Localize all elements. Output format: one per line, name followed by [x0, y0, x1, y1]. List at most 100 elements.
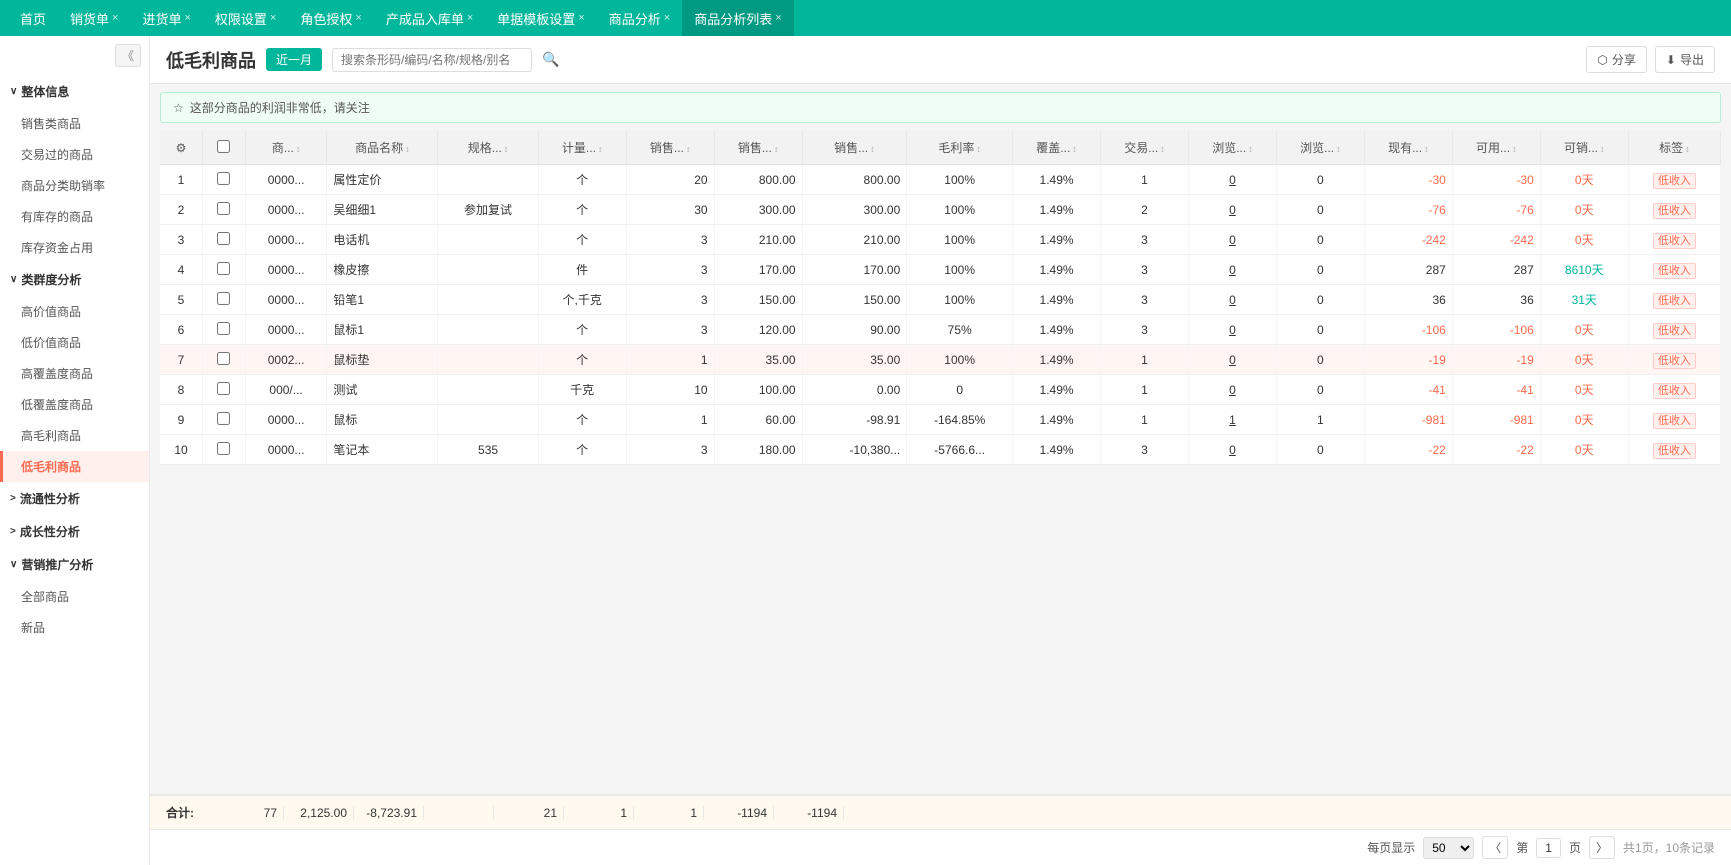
nav-close-icon[interactable]: × [355, 12, 361, 24]
col-header-gross_margin[interactable]: 毛利率↕ [907, 131, 1013, 165]
sidebar-item-低价值商品[interactable]: 低价值商品 [0, 327, 149, 358]
total-sales-profit: -8,723.91 [354, 806, 424, 820]
col-header-sellable[interactable]: 可销...↕ [1540, 131, 1628, 165]
col-header-browse2[interactable]: 浏览...↕ [1276, 131, 1364, 165]
sidebar-group-流通性分析[interactable]: >流通性分析 [0, 482, 149, 515]
sidebar-item-商品分类助销率[interactable]: 商品分类助销率 [0, 170, 149, 201]
browse-link[interactable]: 0 [1229, 383, 1236, 397]
tag-badge: 低收入 [1653, 353, 1696, 369]
cell-trade: 3 [1101, 435, 1189, 465]
per-page-select[interactable]: 50 20 100 [1423, 837, 1474, 859]
col-header-code[interactable]: 商...↕ [245, 131, 327, 165]
arrow-icon: > [10, 526, 16, 537]
browse-link[interactable]: 0 [1229, 323, 1236, 337]
browse-link[interactable]: 0 [1229, 353, 1236, 367]
cell-sellable: 8610天 [1540, 255, 1628, 285]
nav-close-icon[interactable]: × [467, 12, 473, 24]
col-header-spec[interactable]: 规格...↕ [438, 131, 538, 165]
browse-link[interactable]: 0 [1229, 293, 1236, 307]
settings-icon[interactable]: ⚙ [176, 141, 187, 155]
row-checkbox[interactable] [217, 232, 230, 245]
row-checkbox[interactable] [217, 292, 230, 305]
col-header-available[interactable]: 可用...↕ [1452, 131, 1540, 165]
sidebar-item-低毛利商品[interactable]: 低毛利商品 [0, 451, 149, 482]
sidebar-group-整体信息[interactable]: ∨整体信息 [0, 75, 149, 108]
cell-trade: 1 [1101, 345, 1189, 375]
browse-link[interactable]: 0 [1229, 173, 1236, 187]
sidebar-item-全部商品[interactable]: 全部商品 [0, 581, 149, 612]
nav-item-权限设置[interactable]: 权限设置× [203, 0, 288, 36]
sidebar-item-库存资金占用[interactable]: 库存资金占用 [0, 232, 149, 263]
row-checkbox[interactable] [217, 352, 230, 365]
alert-text: 这部分商品的利润非常低，请关注 [190, 99, 370, 116]
search-button[interactable]: 🔍 [542, 51, 559, 68]
next-page-button[interactable]: 〉 [1589, 836, 1615, 859]
cell-unit: 个 [538, 405, 626, 435]
sidebar-item-有库存的商品[interactable]: 有库存的商品 [0, 201, 149, 232]
cell-code: 0000... [245, 285, 327, 315]
sidebar-item-高覆盖度商品[interactable]: 高覆盖度商品 [0, 358, 149, 389]
row-checkbox[interactable] [217, 172, 230, 185]
col-header-unit[interactable]: 计量...↕ [538, 131, 626, 165]
nav-item-角色授权[interactable]: 角色授权× [288, 0, 373, 36]
col-header-browse1[interactable]: 浏览...↕ [1188, 131, 1276, 165]
browse-link[interactable]: 0 [1229, 203, 1236, 217]
nav-close-icon[interactable]: × [184, 12, 190, 24]
total-spacer1 [424, 806, 494, 820]
nav-close-icon[interactable]: × [664, 12, 670, 24]
sidebar-collapse-button[interactable]: 《 [115, 44, 141, 67]
browse-link[interactable]: 0 [1229, 263, 1236, 277]
col-header-name[interactable]: 商品名称↕ [327, 131, 438, 165]
tag-badge: 低收入 [1653, 293, 1696, 309]
cell-current_stock: 287 [1364, 255, 1452, 285]
row-checkbox[interactable] [217, 442, 230, 455]
nav-item-产成品入库单[interactable]: 产成品入库单× [374, 0, 485, 36]
select-all-checkbox[interactable] [217, 140, 230, 153]
date-filter-button[interactable]: 近一月 [266, 48, 322, 71]
nav-item-单据模板设置[interactable]: 单据模板设置× [485, 0, 596, 36]
sidebar-group-成长性分析[interactable]: >成长性分析 [0, 515, 149, 548]
row-checkbox[interactable] [217, 262, 230, 275]
col-header-coverage[interactable]: 覆盖...↕ [1013, 131, 1101, 165]
col-header-current_stock[interactable]: 现有...↕ [1364, 131, 1452, 165]
sidebar-item-交易过的商品[interactable]: 交易过的商品 [0, 139, 149, 170]
nav-item-销货单[interactable]: 销货单× [58, 0, 130, 36]
sidebar-item-新品[interactable]: 新品 [0, 612, 149, 643]
col-header-sales_qty[interactable]: 销售...↕ [626, 131, 714, 165]
nav-close-icon[interactable]: × [775, 12, 781, 24]
sidebar-item-高价值商品[interactable]: 高价值商品 [0, 296, 149, 327]
browse-link[interactable]: 0 [1229, 443, 1236, 457]
sort-icon: ↕ [774, 144, 779, 154]
browse-link[interactable]: 1 [1229, 413, 1236, 427]
col-header-sales_profit[interactable]: 销售...↕ [802, 131, 907, 165]
sidebar-item-销售类商品[interactable]: 销售类商品 [0, 108, 149, 139]
nav-item-商品分析列表[interactable]: 商品分析列表× [682, 0, 793, 36]
search-input[interactable] [332, 48, 532, 72]
row-checkbox[interactable] [217, 412, 230, 425]
cell-tag: 低收入 [1628, 435, 1720, 465]
prev-page-button[interactable]: 〈 [1482, 836, 1508, 859]
col-header-sales_amount[interactable]: 销售...↕ [714, 131, 802, 165]
sidebar-item-低覆盖度商品[interactable]: 低覆盖度商品 [0, 389, 149, 420]
sidebar-item-高毛利商品[interactable]: 高毛利商品 [0, 420, 149, 451]
share-button[interactable]: ⬡ 分享 [1586, 46, 1647, 73]
sidebar-group-营销推广分析[interactable]: ∨营销推广分析 [0, 548, 149, 581]
col-header-tag[interactable]: 标签↕ [1628, 131, 1720, 165]
row-checkbox[interactable] [217, 382, 230, 395]
sort-icon: ↕ [1424, 144, 1429, 154]
nav-item-进货单[interactable]: 进货单× [130, 0, 202, 36]
col-header-trade[interactable]: 交易...↕ [1101, 131, 1189, 165]
browse-link[interactable]: 0 [1229, 233, 1236, 247]
export-button[interactable]: ⬇ 导出 [1655, 46, 1715, 73]
nav-close-icon[interactable]: × [578, 12, 584, 24]
cell-code: 0000... [245, 405, 327, 435]
row-checkbox[interactable] [217, 322, 230, 335]
sidebar-group-类群度分析[interactable]: ∨类群度分析 [0, 263, 149, 296]
nav-item-首页[interactable]: 首页 [8, 0, 58, 36]
cell-tag: 低收入 [1628, 255, 1720, 285]
cell-current_stock: -981 [1364, 405, 1452, 435]
nav-close-icon[interactable]: × [270, 12, 276, 24]
nav-close-icon[interactable]: × [112, 12, 118, 24]
row-checkbox[interactable] [217, 202, 230, 215]
nav-item-商品分析[interactable]: 商品分析× [597, 0, 682, 36]
